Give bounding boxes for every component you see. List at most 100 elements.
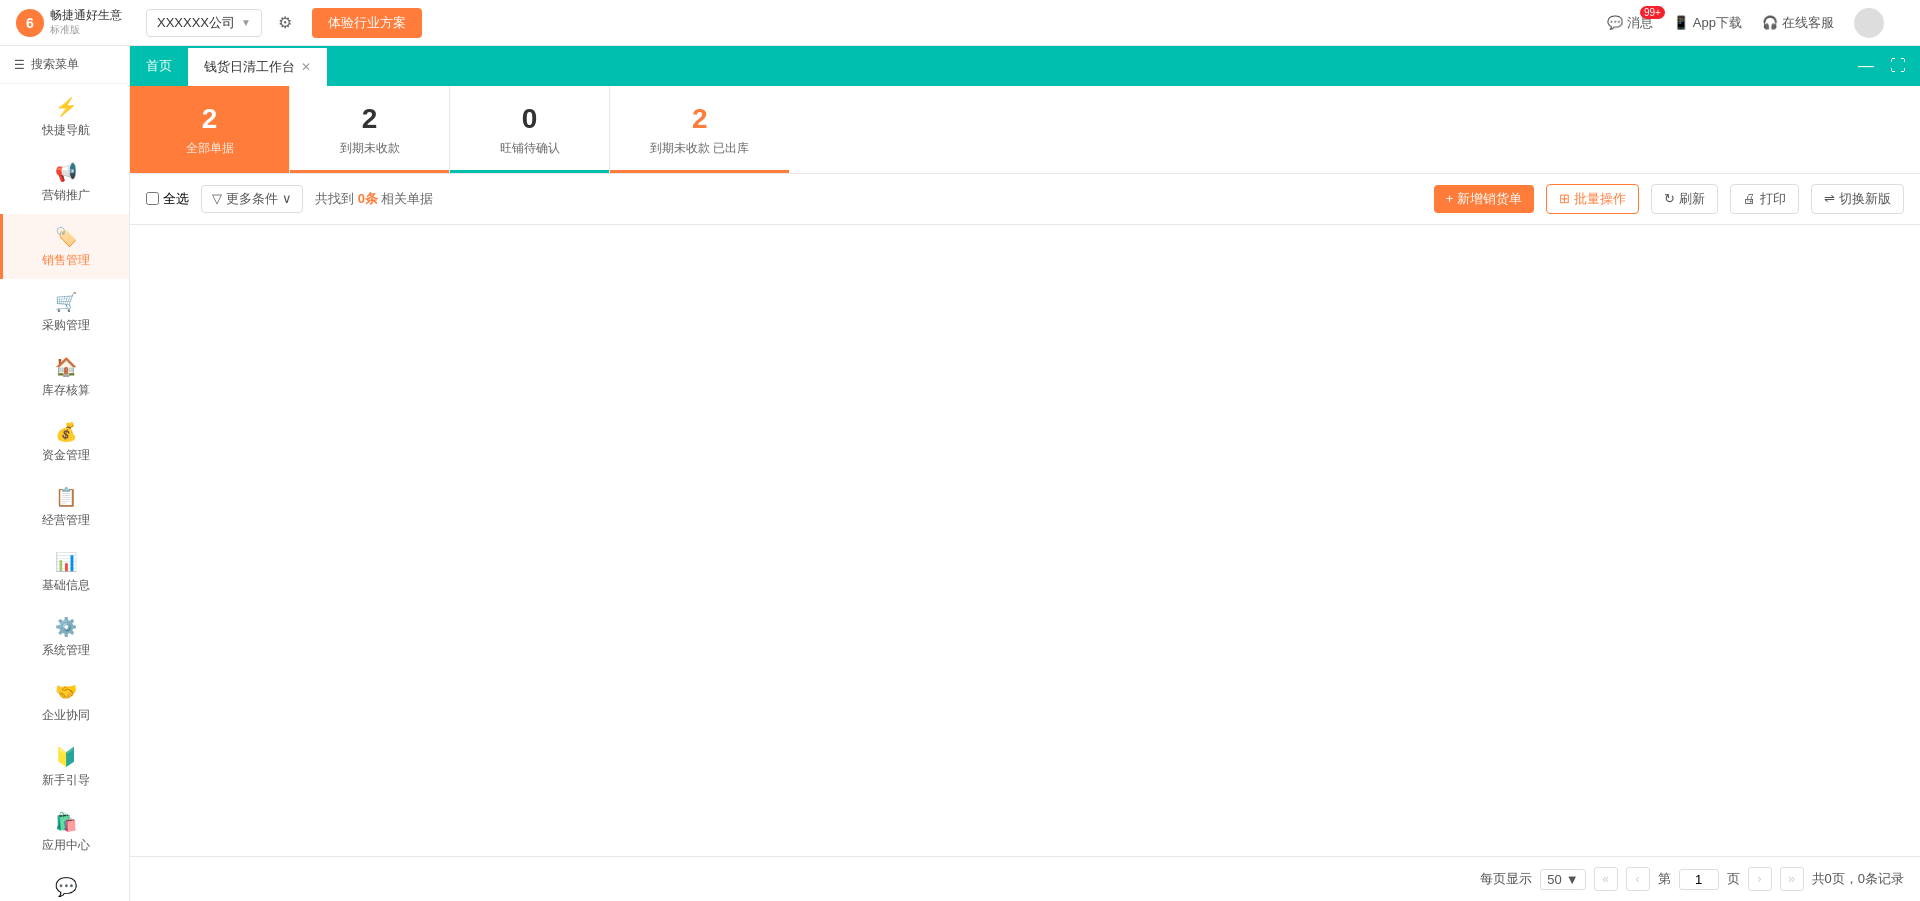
experience-button[interactable]: 体验行业方案 — [312, 8, 422, 38]
sidebar-item-finance[interactable]: 💰 资金管理 — [0, 409, 129, 474]
settings-icon[interactable]: ⚙ — [270, 8, 300, 38]
filter-icon: ▽ — [212, 191, 222, 206]
messages-badge: 99+ — [1640, 6, 1665, 19]
refresh-icon: ↻ — [1664, 191, 1675, 206]
sidebar-label-sales: 销售管理 — [42, 252, 90, 269]
last-page-button[interactable]: » — [1780, 867, 1804, 891]
tab-home[interactable]: 首页 — [130, 46, 188, 86]
top-header: 6 畅捷通好生意 标准版 XXXXXX公司 ▼ ⚙ 体验行业方案 💬 消息 99… — [0, 0, 1920, 46]
company-arrow-icon: ▼ — [241, 17, 251, 28]
sidebar-label-beginner: 新手引导 — [42, 772, 90, 789]
sidebar-item-basic-info[interactable]: 📊 基础信息 — [0, 539, 129, 604]
online-service-label: 在线客服 — [1782, 14, 1834, 32]
sidebar-label-finance: 资金管理 — [42, 447, 90, 464]
app-name: 畅捷通好生意 — [50, 8, 122, 24]
refresh-button[interactable]: ↻ 刷新 — [1651, 184, 1718, 214]
sidebar-item-beginner[interactable]: 🔰 新手引导 — [0, 734, 129, 799]
sidebar-item-enterprise[interactable]: 🤝 企业协同 — [0, 669, 129, 734]
sidebar-label-marketing: 营销推广 — [42, 187, 90, 204]
tab-bar: 首页 钱货日清工作台 ✕ — ⛶ — [130, 46, 1920, 86]
system-icon: ⚙️ — [55, 616, 77, 638]
messages-button[interactable]: 💬 消息 99+ — [1607, 14, 1653, 32]
sidebar-label-purchase: 采购管理 — [42, 317, 90, 334]
stat-num-all: 2 — [202, 102, 218, 136]
stat-underline-all — [130, 170, 289, 173]
per-page-label: 每页显示 — [1480, 870, 1532, 888]
stat-card-overdue[interactable]: 2 到期未收款 — [290, 86, 450, 173]
filter-label: 更多条件 — [226, 190, 278, 208]
stat-underline-overdue — [290, 170, 449, 173]
app-download-button[interactable]: 📱 App下载 — [1673, 14, 1742, 32]
switch-version-button[interactable]: ⇌ 切换新版 — [1811, 184, 1904, 214]
search-icon: ☰ — [14, 58, 25, 72]
company-selector[interactable]: XXXXXX公司 ▼ — [146, 9, 262, 37]
found-count: 0条 — [358, 191, 378, 206]
sidebar-item-operations[interactable]: 📋 经营管理 — [0, 474, 129, 539]
pagination-bar: 每页显示 50 ▼ « ‹ 第 页 › » 共0页，0条记录 — [130, 856, 1920, 901]
tab-close-icon[interactable]: ✕ — [301, 60, 311, 74]
basic-info-icon: 📊 — [55, 551, 77, 573]
sidebar: ☰ 搜索菜单 ⚡ 快捷导航 📢 营销推广 🏷️ 销售管理 🛒 采购管理 🏠 库存… — [0, 46, 130, 901]
search-menu-button[interactable]: ☰ 搜索菜单 — [0, 46, 129, 84]
print-button[interactable]: 🖨 打印 — [1730, 184, 1799, 214]
refresh-label: 刷新 — [1679, 190, 1705, 208]
tab-minimize-button[interactable]: — — [1852, 52, 1880, 80]
page-number-input[interactable] — [1679, 869, 1719, 890]
select-all-input[interactable] — [146, 192, 159, 205]
first-page-button[interactable]: « — [1594, 867, 1618, 891]
found-prefix: 共找到 — [315, 191, 354, 206]
tab-home-label: 首页 — [146, 57, 172, 75]
search-menu-label: 搜索菜单 — [31, 56, 79, 73]
switch-label: 切换新版 — [1839, 190, 1891, 208]
sidebar-item-purchase[interactable]: 🛒 采购管理 — [0, 279, 129, 344]
stat-underline-pending — [450, 170, 609, 173]
beginner-icon: 🔰 — [55, 746, 77, 768]
print-label: 打印 — [1760, 190, 1786, 208]
marketing-icon: 📢 — [55, 161, 77, 183]
add-sales-order-button[interactable]: + 新增销货单 — [1434, 185, 1534, 213]
found-suffix: 相关单据 — [381, 191, 433, 206]
stat-card-pending[interactable]: 0 旺铺待确认 — [450, 86, 610, 173]
inventory-icon: 🏠 — [55, 356, 77, 378]
sidebar-item-app-center[interactable]: 🛍️ 应用中心 — [0, 799, 129, 864]
next-page-button[interactable]: › — [1748, 867, 1772, 891]
batch-label: 批量操作 — [1574, 190, 1626, 208]
tab-workspace[interactable]: 钱货日清工作台 ✕ — [188, 46, 327, 86]
stat-num-pending: 0 — [522, 102, 538, 136]
stat-label-not-shipped: 到期未收款 已出库 — [650, 140, 749, 157]
filter-button[interactable]: ▽ 更多条件 ∨ — [201, 185, 303, 213]
batch-operation-button[interactable]: ⊞ 批量操作 — [1546, 184, 1639, 214]
select-all-checkbox[interactable]: 全选 — [146, 190, 189, 208]
content-area: 首页 钱货日清工作台 ✕ — ⛶ 2 全部单据 2 — [130, 46, 1920, 901]
sidebar-label-operations: 经营管理 — [42, 512, 90, 529]
message-icon: 💬 — [1607, 15, 1623, 30]
stats-row: 2 全部单据 2 到期未收款 0 旺铺待确认 2 到期未收款 已出库 — [130, 86, 1920, 174]
found-text: 共找到 0条 相关单据 — [315, 190, 433, 208]
switch-icon: ⇌ — [1824, 191, 1835, 206]
quick-nav-icon: ⚡ — [55, 96, 77, 118]
sidebar-item-wechat[interactable]: 💬 企业微信 — [0, 864, 129, 901]
prev-page-button[interactable]: ‹ — [1626, 867, 1650, 891]
per-page-value: 50 — [1547, 872, 1561, 887]
avatar[interactable] — [1854, 8, 1884, 38]
online-service-button[interactable]: 🎧 在线客服 — [1762, 14, 1834, 32]
stat-card-all[interactable]: 2 全部单据 — [130, 86, 290, 173]
logo-icon: 6 — [16, 9, 44, 37]
sidebar-item-system[interactable]: ⚙️ 系统管理 — [0, 604, 129, 669]
stat-card-not-shipped[interactable]: 2 到期未收款 已出库 — [610, 86, 789, 173]
toolbar: 全选 ▽ 更多条件 ∨ 共找到 0条 相关单据 + 新增销货单 ⊞ 批量操作 — [130, 174, 1920, 225]
sales-icon: 🏷️ — [55, 226, 77, 248]
sidebar-label-inventory: 库存核算 — [42, 382, 90, 399]
sidebar-item-inventory[interactable]: 🏠 库存核算 — [0, 344, 129, 409]
page-suffix: 页 — [1727, 870, 1740, 888]
tab-expand-button[interactable]: ⛶ — [1884, 52, 1912, 80]
operations-icon: 📋 — [55, 486, 77, 508]
app-download-label: App下载 — [1693, 14, 1742, 32]
header-right: 💬 消息 99+ 📱 App下载 🎧 在线客服 — [1607, 8, 1904, 38]
sidebar-item-quick-nav[interactable]: ⚡ 快捷导航 — [0, 84, 129, 149]
per-page-select[interactable]: 50 ▼ — [1540, 869, 1585, 890]
toolbar-right: + 新增销货单 ⊞ 批量操作 ↻ 刷新 🖨 打印 ⇌ — [1434, 184, 1904, 214]
sidebar-item-sales[interactable]: 🏷️ 销售管理 — [0, 214, 129, 279]
sidebar-item-marketing[interactable]: 📢 营销推广 — [0, 149, 129, 214]
per-page-arrow-icon: ▼ — [1566, 872, 1579, 887]
